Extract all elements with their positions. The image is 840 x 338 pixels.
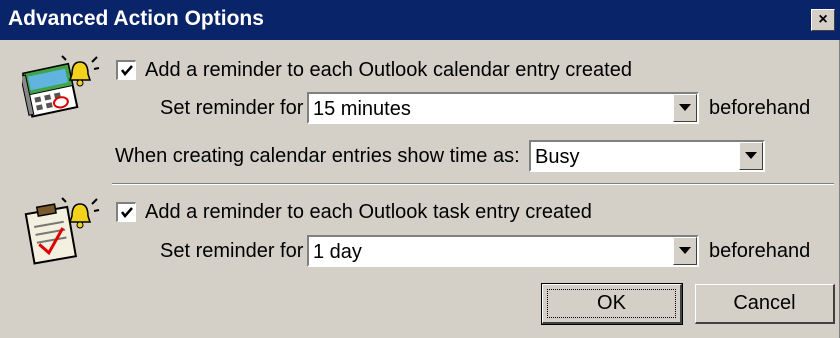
calendar-beforehand-label: beforehand: [709, 97, 811, 119]
close-button[interactable]: ×: [811, 9, 835, 31]
title-bar[interactable]: Advanced Action Options ×: [0, 0, 840, 40]
checkmark-icon: [121, 207, 133, 218]
calendar-reminder-icon: [20, 54, 100, 124]
cancel-button-label: Cancel: [733, 292, 796, 314]
show-time-as-value: Busy: [535, 146, 580, 168]
show-time-as-select[interactable]: Busy: [529, 140, 765, 172]
task-reminder-dropdown-button[interactable]: [673, 237, 697, 265]
task-reminder-select[interactable]: 1 day: [307, 235, 699, 267]
checkmark-icon: [121, 65, 133, 76]
show-time-as-label: When creating calendar entries show time…: [115, 145, 520, 167]
calendar-reminder-dropdown-button[interactable]: [673, 94, 697, 122]
task-reminder-value: 1 day: [313, 241, 362, 263]
calendar-reminder-select[interactable]: 15 minutes: [307, 92, 699, 124]
ok-button-label: OK: [597, 292, 626, 314]
task-reminder-checkbox[interactable]: [116, 202, 136, 222]
show-time-as-dropdown-button[interactable]: [739, 142, 763, 170]
cancel-button[interactable]: Cancel: [695, 284, 835, 324]
calendar-reminder-value: 15 minutes: [313, 98, 411, 120]
chevron-down-icon: [679, 104, 691, 111]
advanced-action-options-dialog: Advanced Action Options × Add a reminder…: [0, 0, 840, 338]
task-beforehand-label: beforehand: [709, 240, 811, 262]
separator-highlight: [112, 184, 834, 185]
task-set-reminder-label: Set reminder for: [160, 240, 304, 262]
chevron-down-icon: [745, 152, 757, 159]
task-reminder-checkbox-label[interactable]: Add a reminder to each Outlook task entr…: [145, 200, 592, 224]
chevron-down-icon: [679, 247, 691, 254]
task-reminder-icon: [22, 196, 100, 268]
window-title: Advanced Action Options: [8, 7, 264, 30]
calendar-set-reminder-label: Set reminder for: [160, 97, 304, 119]
ok-button[interactable]: OK: [541, 283, 683, 325]
calendar-reminder-checkbox[interactable]: [116, 60, 136, 80]
calendar-reminder-checkbox-label[interactable]: Add a reminder to each Outlook calendar …: [145, 58, 632, 82]
